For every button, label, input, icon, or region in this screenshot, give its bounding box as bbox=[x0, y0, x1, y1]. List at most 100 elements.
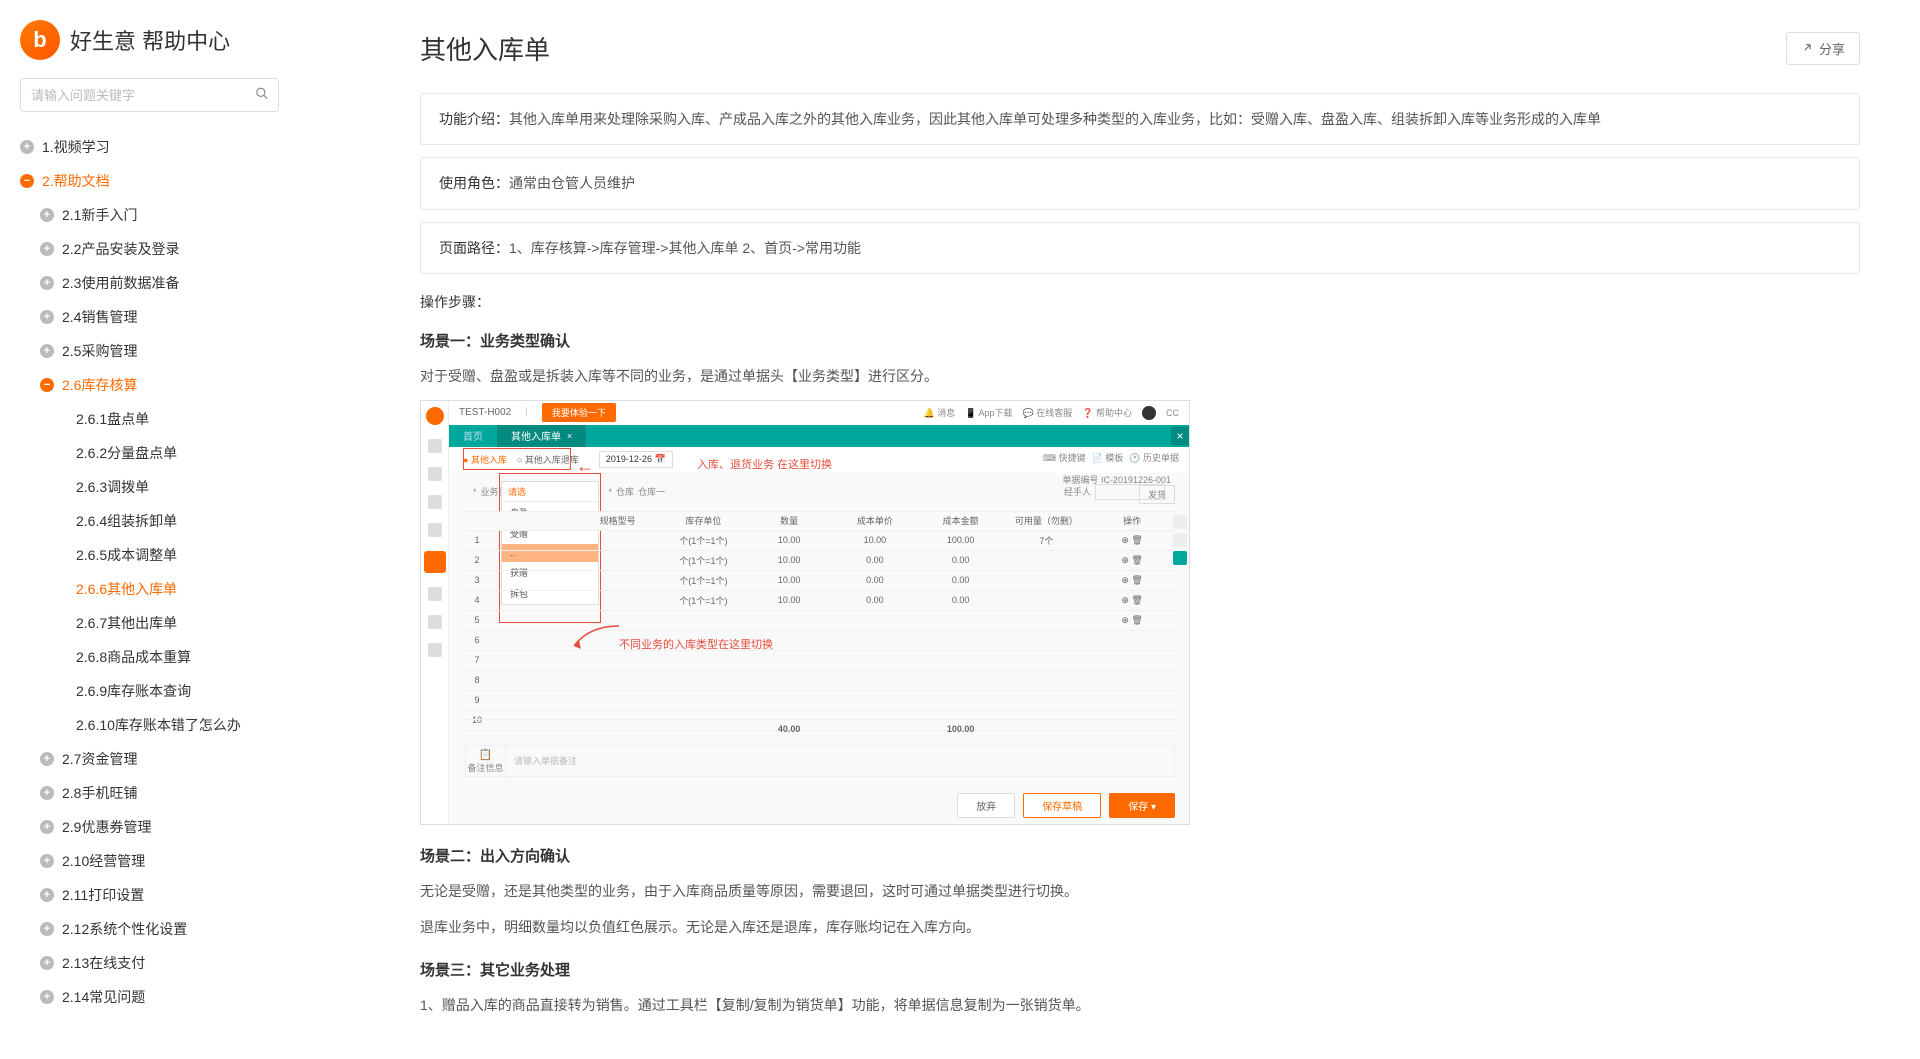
ss-nav-icon bbox=[428, 615, 442, 629]
nav-2-6[interactable]: −2.6库存核算 bbox=[20, 368, 279, 402]
ss-avatar-icon bbox=[1142, 406, 1156, 420]
ss-tabs: 首页 其他入库单× × bbox=[449, 425, 1189, 447]
path-box: 页面路径：1、库存核算->库存管理->其他入库单 2、首页->常用功能 bbox=[420, 222, 1860, 274]
path-label: 页面路径： bbox=[439, 240, 509, 256]
search-icon[interactable] bbox=[255, 87, 269, 104]
intro-text: 其他入库单用来处理除采购入库、产成品入库之外的其他入库业务，因此其他入库单可处理… bbox=[509, 111, 1601, 127]
nav-2-5[interactable]: +2.5采购管理 bbox=[20, 334, 279, 368]
nav-2-6-9[interactable]: 2.6.9库存账本查询 bbox=[20, 674, 279, 708]
ss-footer: 放弃 保存草稿 保存 ▾ bbox=[449, 788, 1189, 824]
expand-icon: + bbox=[40, 888, 54, 902]
ss-trial-btn: 我要体验一下 bbox=[542, 403, 616, 422]
ss-tab-active: 其他入库单× bbox=[497, 425, 586, 447]
ss-nav-icon bbox=[428, 495, 442, 509]
table-row: 1个(1个=1个)10.0010.00100.007个⊕ 🗑 bbox=[465, 531, 1175, 551]
nav-2-4[interactable]: +2.4销售管理 bbox=[20, 300, 279, 334]
expand-icon: + bbox=[20, 140, 34, 154]
nav-2-14[interactable]: +2.14常见问题 bbox=[20, 980, 279, 1014]
ss-link: 📱 App下载 bbox=[965, 406, 1012, 419]
expand-icon: + bbox=[40, 854, 54, 868]
nav-docs[interactable]: −2.帮助文档 bbox=[20, 164, 279, 198]
expand-icon: + bbox=[40, 310, 54, 324]
annotation-text-2: 不同业务的入库类型在这里切换 bbox=[619, 636, 773, 652]
intro-box: 功能介绍：其他入库单用来处理除采购入库、产成品入库之外的其他入库业务，因此其他入… bbox=[420, 93, 1860, 145]
scene2-title: 场景二：出入方向确认 bbox=[420, 845, 1860, 866]
intro-label: 功能介绍： bbox=[439, 111, 509, 127]
scene2-text1: 无论是受赠，还是其他类型的业务，由于入库商品质量等原因，需要退回，这时可通过单据… bbox=[420, 878, 1860, 905]
embedded-screenshot: TEST-H002 | 我要体验一下 🔔 消息 📱 App下载 💬 在线客服 ❓… bbox=[420, 400, 1190, 825]
close-icon: × bbox=[567, 431, 572, 441]
ss-remark-box: 备注信息 请输入单据备注 bbox=[465, 745, 1175, 777]
scene1-text: 对于受赠、盘盈或是拆装入库等不同的业务，是通过单据头【业务类型】进行区分。 bbox=[420, 363, 1860, 390]
collapse-icon: − bbox=[40, 378, 54, 392]
share-icon bbox=[1801, 41, 1814, 57]
sidebar: b 好生意 帮助中心 +1.视频学习 −2.帮助文档 +2.1新手入门 +2.2… bbox=[0, 0, 300, 1059]
nav-2-6-5[interactable]: 2.6.5成本调整单 bbox=[20, 538, 279, 572]
nav-2-6-3[interactable]: 2.6.3调拨单 bbox=[20, 470, 279, 504]
nav-2-6-4[interactable]: 2.6.4组装拆卸单 bbox=[20, 504, 279, 538]
ss-nav-icon bbox=[428, 523, 442, 537]
nav-2-1[interactable]: +2.1新手入门 bbox=[20, 198, 279, 232]
ss-toolbar-links: ⌨ 快捷键 📄 模板 🕐 历史单据 bbox=[1043, 451, 1179, 464]
expand-icon: + bbox=[40, 242, 54, 256]
ss-side-tools bbox=[1171, 511, 1189, 569]
ss-table-header: 规格型号库存单位数量成本单价成本金额可用量（勿删）操作 bbox=[465, 511, 1175, 531]
steps-heading: 操作步骤： bbox=[420, 292, 1860, 312]
main-content: 其他入库单 分享 功能介绍：其他入库单用来处理除采购入库、产成品入库之外的其他入… bbox=[300, 0, 1920, 1059]
nav-2-6-1[interactable]: 2.6.1盘点单 bbox=[20, 402, 279, 436]
nav-2-10[interactable]: +2.10经营管理 bbox=[20, 844, 279, 878]
expand-icon: + bbox=[40, 276, 54, 290]
ss-nav-icon bbox=[428, 643, 442, 657]
ss-save-btn: 保存 ▾ bbox=[1109, 793, 1175, 818]
ss-date: 2019-12-26 📅 bbox=[599, 451, 673, 468]
expand-icon: + bbox=[40, 786, 54, 800]
expand-icon: + bbox=[40, 752, 54, 766]
share-button[interactable]: 分享 bbox=[1786, 32, 1860, 65]
table-row: 9 bbox=[465, 691, 1175, 711]
nav-2-6-2[interactable]: 2.6.2分量盘点单 bbox=[20, 436, 279, 470]
expand-icon: + bbox=[40, 820, 54, 834]
role-text: 通常由仓管人员维护 bbox=[509, 175, 635, 191]
brand-row: b 好生意 帮助中心 bbox=[20, 20, 279, 60]
nav-2-6-8[interactable]: 2.6.8商品成本重算 bbox=[20, 640, 279, 674]
collapse-icon: − bbox=[20, 174, 34, 188]
ss-send-btn: 发货 bbox=[1139, 485, 1175, 504]
nav-2-6-6[interactable]: 2.6.6其他入库单 bbox=[20, 572, 279, 606]
nav-video[interactable]: +1.视频学习 bbox=[20, 130, 279, 164]
role-box: 使用角色：通常由仓管人员维护 bbox=[420, 157, 1860, 209]
nav-2-12[interactable]: +2.12系统个性化设置 bbox=[20, 912, 279, 946]
ss-company: TEST-H002 bbox=[459, 407, 511, 418]
ss-link: 🔔 消息 bbox=[924, 406, 956, 419]
ss-remark-input: 请输入单据备注 bbox=[506, 754, 1174, 767]
scene3-text1: 1、赠品入库的商品直接转为销售。通过工具栏【复制/复制为销货单】功能，将单据信息… bbox=[420, 992, 1860, 1019]
nav-2-13[interactable]: +2.13在线支付 bbox=[20, 946, 279, 980]
nav-2-6-10[interactable]: 2.6.10库存账本错了怎么办 bbox=[20, 708, 279, 742]
ss-close-all-icon: × bbox=[1171, 427, 1189, 445]
expand-icon: + bbox=[40, 344, 54, 358]
ss-nav-icon-active bbox=[424, 551, 446, 573]
ss-totals-row: 40.00100.00 bbox=[465, 719, 1175, 734]
ss-filter-wh: *仓库 仓库一 bbox=[609, 485, 666, 498]
ss-nav-icon bbox=[428, 439, 442, 453]
ss-link: 💬 在线客服 bbox=[1023, 406, 1073, 419]
annotation-text-1: 入库、退货业务 在这里切换 bbox=[697, 456, 832, 472]
nav-2-7[interactable]: +2.7资金管理 bbox=[20, 742, 279, 776]
ss-topbar: TEST-H002 | 我要体验一下 🔔 消息 📱 App下载 💬 在线客服 ❓… bbox=[449, 401, 1189, 425]
table-row: 7 bbox=[465, 651, 1175, 671]
role-label: 使用角色： bbox=[439, 175, 509, 191]
brand-logo: b bbox=[20, 20, 60, 60]
scene1-title: 场景一：业务类型确认 bbox=[420, 330, 1860, 351]
scene2-text2: 退库业务中，明细数量均以负值红色展示。无论是入库还是退库，库存账均记在入库方向。 bbox=[420, 914, 1860, 941]
page-header: 其他入库单 分享 bbox=[420, 30, 1860, 67]
ss-draft-btn: 保存草稿 bbox=[1023, 793, 1101, 818]
nav-2-11[interactable]: +2.11打印设置 bbox=[20, 878, 279, 912]
table-row: 2个(1个=1个)10.000.000.00⊕ 🗑 bbox=[465, 551, 1175, 571]
nav-2-2[interactable]: +2.2产品安装及登录 bbox=[20, 232, 279, 266]
ss-cancel-btn: 放弃 bbox=[957, 793, 1015, 818]
nav-2-6-7[interactable]: 2.6.7其他出库单 bbox=[20, 606, 279, 640]
nav-2-8[interactable]: +2.8手机旺铺 bbox=[20, 776, 279, 810]
ss-nav-icon bbox=[428, 587, 442, 601]
nav-2-3[interactable]: +2.3使用前数据准备 bbox=[20, 266, 279, 300]
nav-2-9[interactable]: +2.9优惠券管理 bbox=[20, 810, 279, 844]
search-input[interactable] bbox=[20, 78, 279, 112]
